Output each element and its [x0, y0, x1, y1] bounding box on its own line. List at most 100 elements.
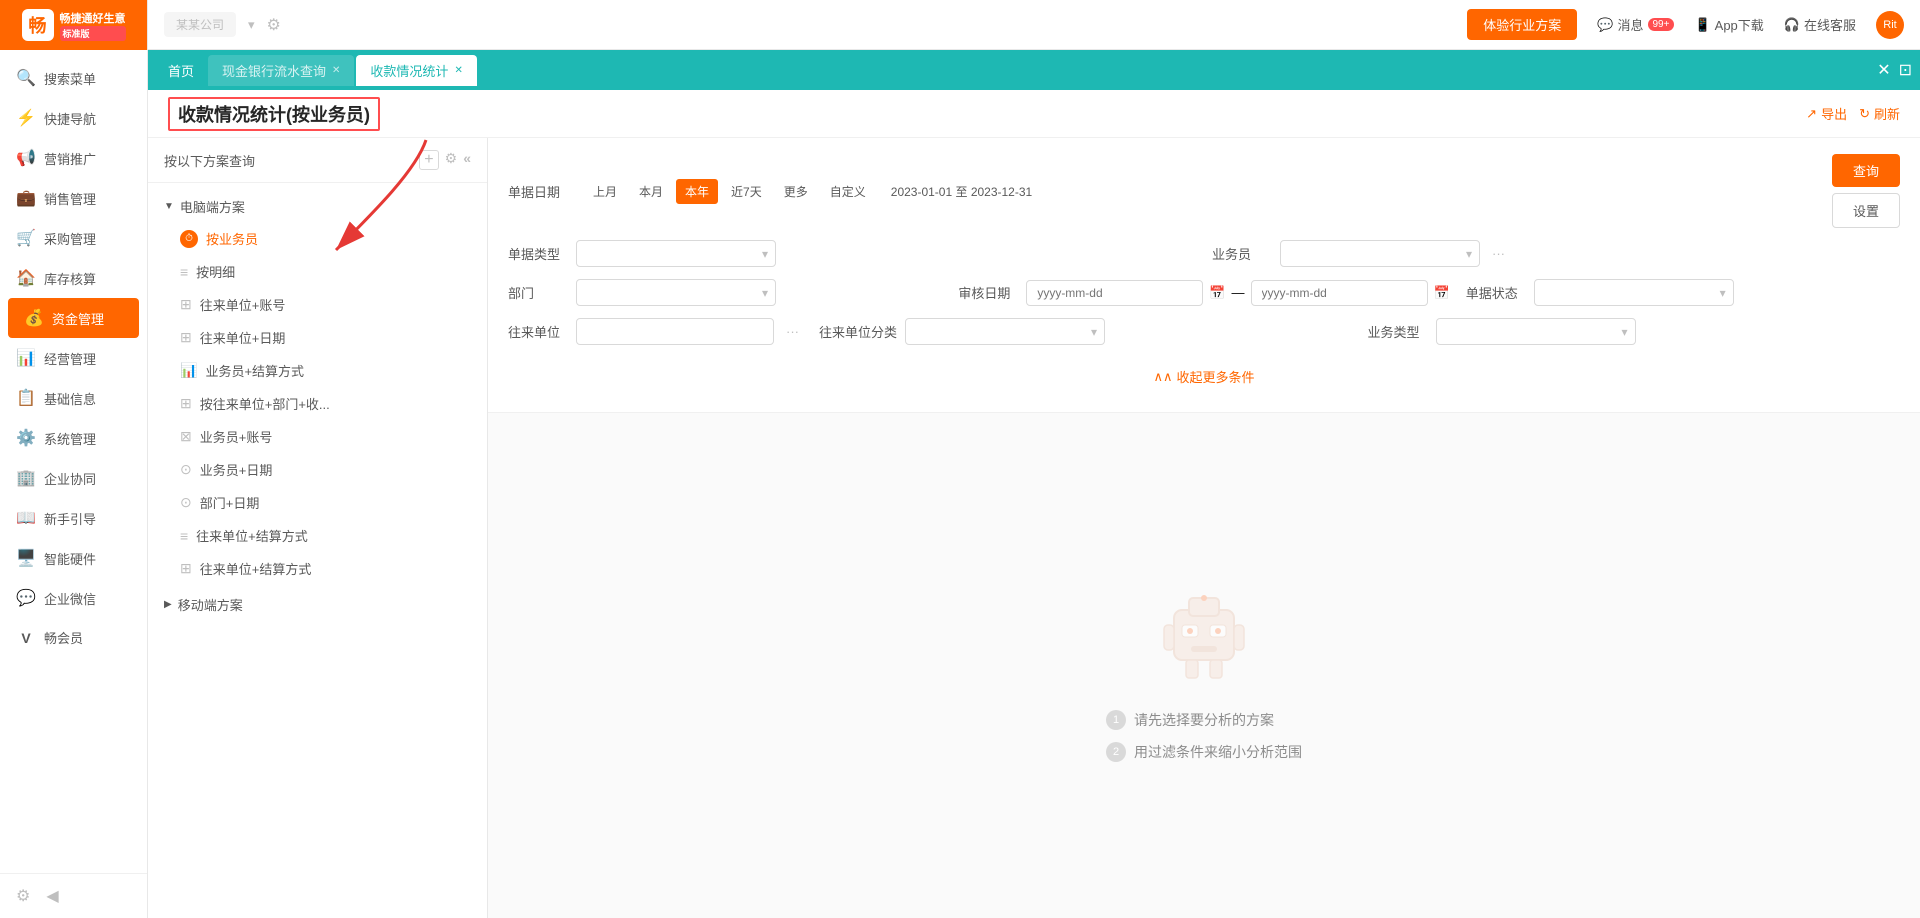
panel-collapse-icon[interactable]: « — [463, 150, 471, 170]
bell-icon: 💬 — [1597, 17, 1613, 33]
filter-row-doctype: 单据类型 业务员 — [508, 240, 1900, 267]
audit-date-end[interactable] — [1251, 280, 1428, 306]
collapse-filters-button[interactable]: ∧∧ 收起更多条件 — [508, 357, 1900, 396]
sidebar-item-operations[interactable]: 📊 经营管理 — [0, 338, 147, 378]
date-tab-last7[interactable]: 近7天 — [722, 179, 771, 204]
dropdown-icon[interactable]: ▾ — [248, 17, 255, 33]
partner-class-select[interactable] — [905, 318, 1105, 345]
partner-account-icon: ⊞ — [180, 296, 192, 313]
calendar-start-icon[interactable]: 📅 — [1209, 285, 1225, 301]
sidebar-item-marketing[interactable]: 📢 营销推广 — [0, 138, 147, 178]
sidebar-item-hardware[interactable]: 🖥️ 智能硬件 — [0, 538, 147, 578]
tab-bar: 首页 现金银行流水查询 ✕ 收款情况统计 ✕ ✕ ⊡ — [148, 50, 1920, 90]
close-receipt-tab-icon[interactable]: ✕ — [454, 65, 462, 76]
date-tab-prev-month[interactable]: 上月 — [584, 179, 626, 204]
doc-type-select[interactable] — [576, 240, 776, 267]
user-avatar[interactable]: Rit — [1876, 11, 1904, 39]
logo-icon: 畅 — [22, 9, 54, 41]
maximize-icon[interactable]: ⊡ — [1899, 60, 1912, 80]
tab-home[interactable]: 首页 — [156, 55, 206, 86]
date-tab-more[interactable]: 更多 — [775, 179, 817, 204]
app-download[interactable]: 📱 App下载 — [1694, 15, 1763, 34]
scheme-item-partner-dept[interactable]: ⊞ 按往来单位+部门+收... — [148, 387, 487, 420]
sidebar-item-system[interactable]: ⚙️ 系统管理 — [0, 418, 147, 458]
partner-class-label: 往来单位分类 — [819, 322, 897, 341]
salesperson-select[interactable] — [1280, 240, 1480, 267]
scheme-group-desktop-title[interactable]: ▼ 电脑端方案 — [148, 191, 487, 222]
dept-label: 部门 — [508, 283, 568, 302]
export-button[interactable]: ↗ 导出 — [1806, 104, 1847, 123]
scheme-item-salesperson-settle[interactable]: 📊 业务员+结算方式 — [148, 354, 487, 387]
settings-button[interactable]: 设置 — [1832, 193, 1900, 228]
scheme-item-salesperson-date[interactable]: ⊙ 业务员+日期 — [148, 453, 487, 486]
add-scheme-button[interactable]: + — [419, 150, 438, 170]
sidebar-item-quick[interactable]: ⚡ 快捷导航 — [0, 98, 147, 138]
scheme-item-by-detail[interactable]: ≡ 按明细 — [148, 255, 487, 288]
audit-date-inputs: 📅 — 📅 — [1026, 280, 1449, 306]
scheme-item-partner-settle2[interactable]: ⊞ 往来单位+结算方式 — [148, 552, 487, 585]
sidebar-item-search[interactable]: 🔍 搜索菜单 — [0, 58, 147, 98]
audit-date-start[interactable] — [1026, 280, 1203, 306]
sidebar: 畅 畅捷通好生意 标准版 🔍 搜索菜单 ⚡ 快捷导航 📢 营销推广 💼 销售管理… — [0, 0, 148, 918]
enterprise-icon: 🏢 — [16, 468, 36, 488]
biz-type-select-wrapper — [1436, 318, 1636, 345]
content-area: 按以下方案查询 + ⚙ « ▼ 电脑端方案 ⏱ 按业务员 — [148, 138, 1920, 918]
refresh-button[interactable]: ↻ 刷新 — [1859, 104, 1900, 123]
close-all-tabs-icon[interactable]: ✕ — [1877, 60, 1890, 80]
sidebar-item-basic[interactable]: 📋 基础信息 — [0, 378, 147, 418]
sidebar-item-finance[interactable]: 💰 资金管理 — [8, 298, 139, 338]
sidebar-item-guide[interactable]: 📖 新手引导 — [0, 498, 147, 538]
scheme-item-salesperson-account[interactable]: ⊠ 业务员+账号 — [148, 420, 487, 453]
query-button[interactable]: 查询 — [1832, 154, 1900, 187]
partner-label: 往来单位 — [508, 322, 568, 341]
query-actions: 查询 设置 — [1832, 154, 1900, 228]
partner-more-icon[interactable]: ··· — [782, 324, 803, 339]
doc-type-select-wrapper — [576, 240, 776, 267]
scheme-item-by-salesperson[interactable]: ⏱ 按业务员 — [148, 222, 487, 255]
sidebar-item-enterprise[interactable]: 🏢 企业协同 — [0, 458, 147, 498]
doc-status-select[interactable] — [1534, 279, 1734, 306]
date-tab-this-year[interactable]: 本年 — [676, 179, 718, 204]
sidebar-item-purchase[interactable]: 🛒 采购管理 — [0, 218, 147, 258]
scheme-item-partner-date[interactable]: ⊞ 往来单位+日期 — [148, 321, 487, 354]
salesperson-settle-icon: 📊 — [180, 362, 197, 379]
trial-button[interactable]: 体验行业方案 — [1467, 9, 1577, 40]
partner-input[interactable] — [576, 318, 774, 345]
salesperson-date-icon: ⊙ — [180, 461, 192, 478]
scheme-group-mobile-title[interactable]: ▶ 移动端方案 — [148, 589, 487, 620]
collapse-up-icon: ∧∧ — [1153, 369, 1172, 385]
tab-bank[interactable]: 现金银行流水查询 ✕ — [208, 55, 354, 86]
sidebar-settings-icon[interactable]: ⚙ — [16, 886, 30, 906]
sidebar-item-sales[interactable]: 💼 销售管理 — [0, 178, 147, 218]
audit-date-group: 审核日期 📅 — 📅 — [958, 280, 1449, 306]
date-range-display: 2023-01-01 至 2023-12-31 — [891, 183, 1032, 200]
settings-icon[interactable]: ⚙ — [267, 15, 281, 35]
close-bank-tab-icon[interactable]: ✕ — [332, 65, 340, 76]
scheme-item-partner-account[interactable]: ⊞ 往来单位+账号 — [148, 288, 487, 321]
filter-row-partner: 往来单位 ··· 往来单位分类 业务类型 — [508, 318, 1900, 345]
sidebar-item-inventory[interactable]: 🏠 库存核算 — [0, 258, 147, 298]
phone-icon: 📱 — [1694, 17, 1710, 33]
sidebar-item-member[interactable]: V 畅会员 — [0, 618, 147, 657]
chevron-down-icon: ▼ — [164, 201, 174, 212]
empty-state: 1 请先选择要分析的方案 2 用过滤条件来缩小分析范围 — [488, 413, 1920, 918]
chevron-right-icon: ▶ — [164, 599, 172, 610]
scheme-item-partner-settle1[interactable]: ≡ 往来单位+结算方式 — [148, 519, 487, 552]
scheme-list: ▼ 电脑端方案 ⏱ 按业务员 ≡ 按明细 ⊞ 往来单位+账号 — [148, 183, 487, 918]
online-service[interactable]: 🎧 在线客服 — [1784, 15, 1856, 34]
scheme-settings-icon[interactable]: ⚙ — [445, 150, 458, 170]
tab-receipt[interactable]: 收款情况统计 ✕ — [356, 55, 476, 86]
biz-type-select[interactable] — [1436, 318, 1636, 345]
calendar-end-icon[interactable]: 📅 — [1434, 285, 1450, 301]
scheme-item-dept-date[interactable]: ⊙ 部门+日期 — [148, 486, 487, 519]
date-tab-custom[interactable]: 自定义 — [821, 179, 875, 204]
sidebar-item-wechat[interactable]: 💬 企业微信 — [0, 578, 147, 618]
empty-steps: 1 请先选择要分析的方案 2 用过滤条件来缩小分析范围 — [1106, 710, 1302, 762]
notification-area[interactable]: 💬 消息 99+ — [1597, 15, 1674, 34]
salesperson-more-icon[interactable]: ··· — [1488, 246, 1509, 261]
dept-group: 部门 — [508, 279, 942, 306]
sidebar-collapse-icon[interactable]: ◀ — [46, 886, 58, 906]
date-tab-this-month[interactable]: 本月 — [630, 179, 672, 204]
dept-select[interactable] — [576, 279, 776, 306]
partner-dept-icon: ⊞ — [180, 395, 192, 412]
